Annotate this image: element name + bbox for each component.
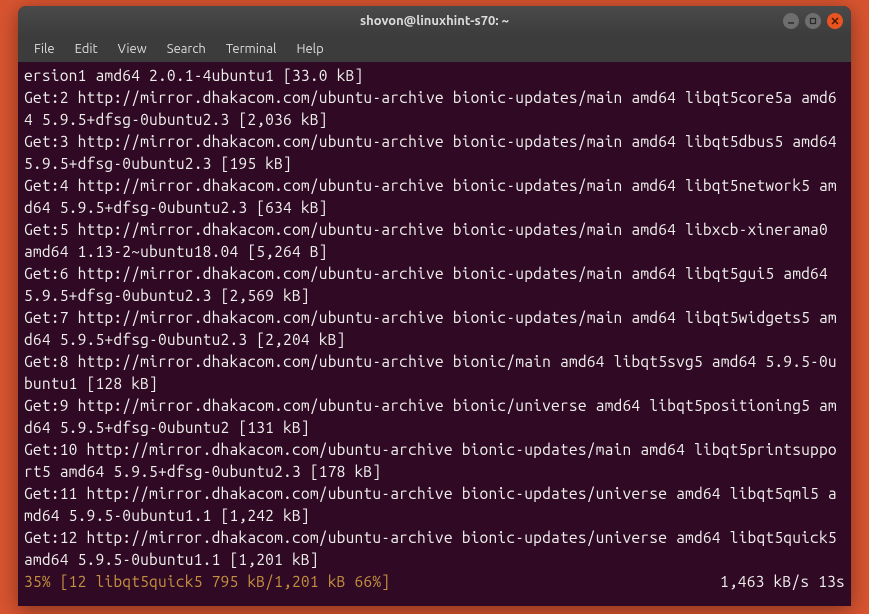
output-line: Get:4 http://mirror.dhakacom.com/ubuntu-… [24,174,845,218]
minimize-button[interactable] [783,13,799,29]
maximize-button[interactable] [805,13,821,29]
output-line: Get:6 http://mirror.dhakacom.com/ubuntu-… [24,262,845,306]
output-line: Get:8 http://mirror.dhakacom.com/ubuntu-… [24,350,845,394]
menu-view[interactable]: View [110,39,155,59]
menu-file[interactable]: File [26,39,63,59]
output-line: Get:9 http://mirror.dhakacom.com/ubuntu-… [24,394,845,438]
close-button[interactable] [827,13,843,29]
output-line: ersion1 amd64 2.0.1-4ubuntu1 [33.0 kB] [24,64,845,86]
output-line: Get:5 http://mirror.dhakacom.com/ubuntu-… [24,218,845,262]
menu-help[interactable]: Help [288,39,331,59]
output-line: Get:10 http://mirror.dhakacom.com/ubuntu… [24,438,845,482]
progress-line: 35% [12 libqt5quick5 795 kB/1,201 kB 66%… [24,570,845,592]
window-controls [783,13,843,29]
terminal-window: shovon@linuxhint-s70: ~ File Edit View S… [18,6,851,606]
window-title: shovon@linuxhint-s70: ~ [360,14,509,28]
output-line: Get:3 http://mirror.dhakacom.com/ubuntu-… [24,130,845,174]
terminal-output[interactable]: ersion1 amd64 2.0.1-4ubuntu1 [33.0 kB] G… [18,62,851,606]
minimize-icon [787,17,795,25]
output-line: Get:2 http://mirror.dhakacom.com/ubuntu-… [24,86,845,130]
close-icon [831,17,839,25]
menu-terminal[interactable]: Terminal [218,39,285,59]
output-line: Get:7 http://mirror.dhakacom.com/ubuntu-… [24,306,845,350]
download-speed: 1,463 kB/s 13s [720,570,845,592]
menu-bar: File Edit View Search Terminal Help [18,36,851,62]
output-line: Get:11 http://mirror.dhakacom.com/ubuntu… [24,482,845,526]
progress-text: 35% [12 libqt5quick5 795 kB/1,201 kB 66%… [24,570,390,592]
title-bar: shovon@linuxhint-s70: ~ [18,6,851,36]
maximize-icon [809,17,817,25]
menu-edit[interactable]: Edit [67,39,106,59]
menu-search[interactable]: Search [159,39,214,59]
output-line: Get:12 http://mirror.dhakacom.com/ubuntu… [24,526,845,570]
